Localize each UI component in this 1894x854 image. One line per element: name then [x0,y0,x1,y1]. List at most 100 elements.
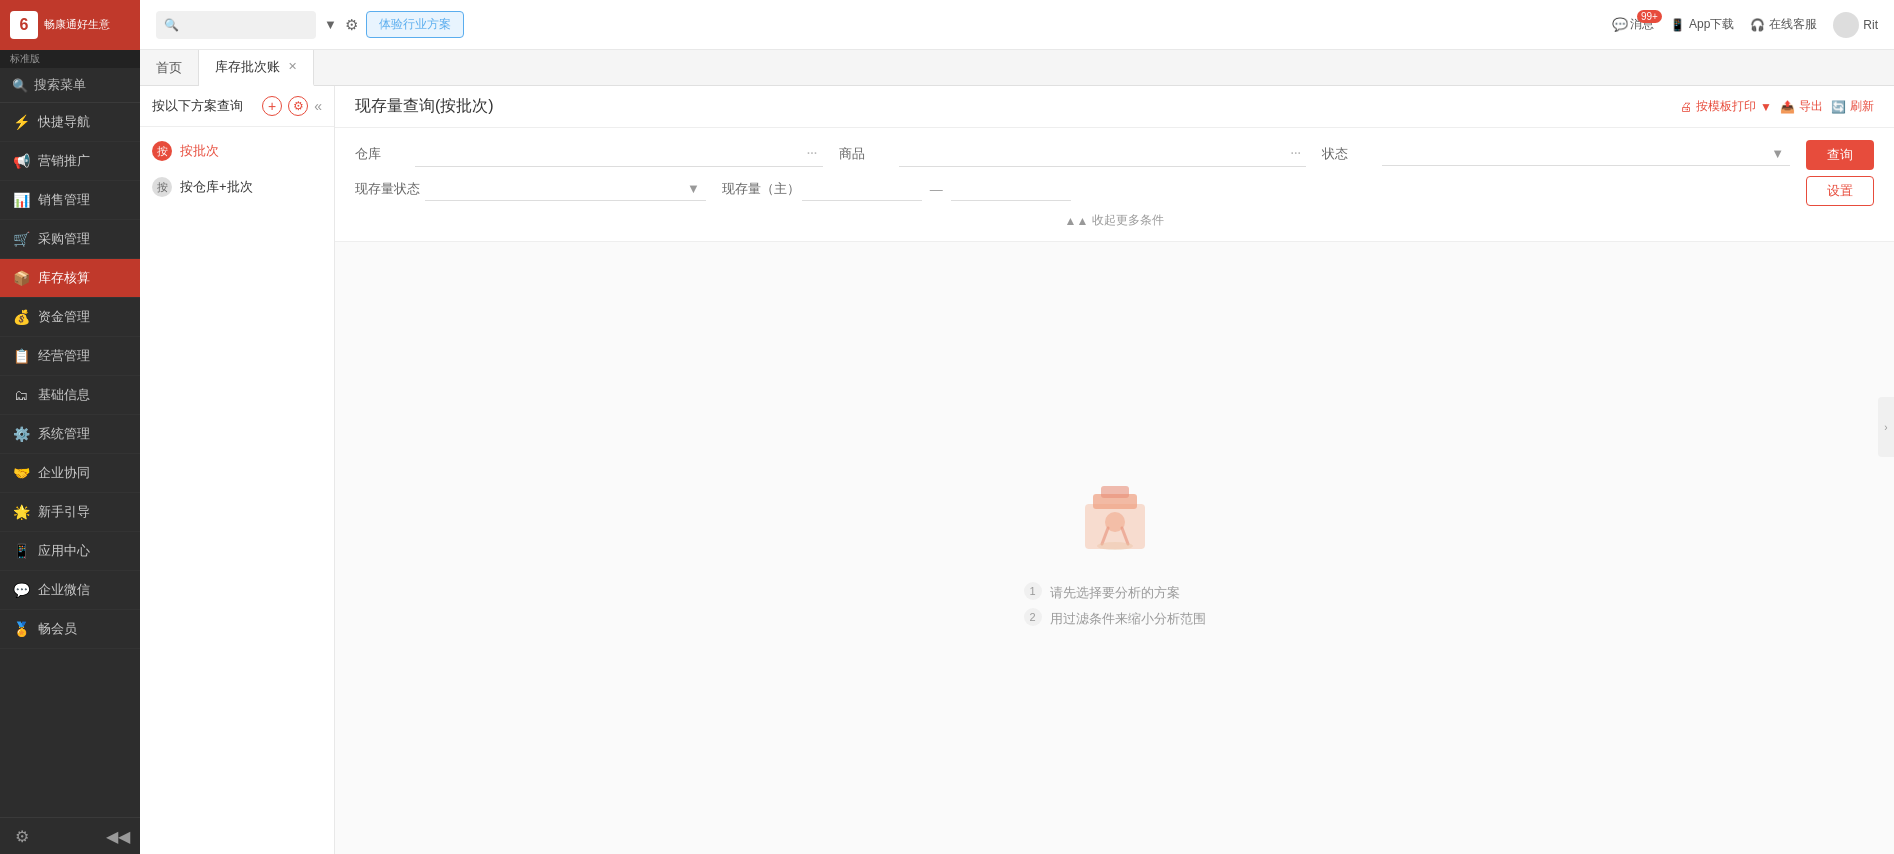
sidebar-item-finance[interactable]: 💰 资金管理 [0,298,140,337]
sidebar-item-label: 基础信息 [38,386,90,404]
topbar-user[interactable]: Rit [1833,12,1878,38]
scheme-header-actions: + ⚙ « [262,96,322,116]
user-avatar [1833,12,1859,38]
step-num-1: 1 [1024,582,1042,600]
scheme-collapse-btn[interactable]: « [314,98,322,114]
topbar-right: 💬 消息 99+ 📱 App下载 🎧 在线客服 Rit [1612,12,1878,38]
topbar-search-bar[interactable]: 🔍 [156,11,316,39]
topbar-dropdown-btn[interactable]: ▼ [324,17,337,32]
filter-section-row: 仓库 ··· 商品 ··· [355,140,1874,206]
sidebar-item-sales[interactable]: 📊 销售管理 [0,181,140,220]
sidebar-item-inventory[interactable]: 📦 库存核算 [0,259,140,298]
filter-collapse-btn[interactable]: ▲▲ 收起更多条件 [355,206,1874,229]
scheme-icon-batch: 按 [152,141,172,161]
sidebar-item-purchase[interactable]: 🛒 采购管理 [0,220,140,259]
scheme-header: 按以下方案查询 + ⚙ « [140,86,334,127]
print-dropdown-icon: ▼ [1760,100,1772,114]
scheme-settings-btn[interactable]: ⚙ [288,96,308,116]
tab-close-btn[interactable]: ✕ [288,60,297,73]
stock-status-dropdown-icon: ▼ [687,181,700,196]
print-btn[interactable]: 🖨 按模板打印 ▼ [1680,98,1772,115]
product-more-icon[interactable]: ··· [1290,144,1300,162]
topbar-app[interactable]: 📱 App下载 [1670,16,1734,33]
sidebar-footer: ⚙ ◀◀ [0,817,140,854]
empty-steps: 1 请先选择要分析的方案 2 用过滤条件来缩小分析范围 [1024,580,1206,632]
sidebar-settings-btn[interactable]: ⚙ [12,826,32,846]
sidebar-item-label: 营销推广 [38,152,90,170]
stock-status-select[interactable]: ▼ [425,177,706,201]
collapse-label: 收起更多条件 [1092,212,1164,229]
refresh-btn[interactable]: 🔄 刷新 [1831,98,1874,115]
empty-illustration [1065,464,1165,564]
sidebar-item-label: 新手引导 [38,503,90,521]
filter-row-1: 仓库 ··· 商品 ··· [355,140,1790,167]
sidebar-header: 6 畅康通好生意 [0,0,140,50]
service-icon: 🎧 [1750,18,1765,32]
warehouse-select[interactable]: ··· [415,140,823,167]
sidebar-item-label: 企业协同 [38,464,90,482]
sidebar-item-marketing[interactable]: 📢 营销推广 [0,142,140,181]
data-area: 1 请先选择要分析的方案 2 用过滤条件来缩小分析范围 [335,242,1894,854]
product-label: 商品 [839,145,899,163]
sidebar-item-label: 畅会员 [38,620,77,638]
sidebar-item-enterprise[interactable]: 🤝 企业协同 [0,454,140,493]
tab-home-label: 首页 [156,59,182,77]
topbar-service[interactable]: 🎧 在线客服 [1750,16,1817,33]
topbar-msg[interactable]: 💬 消息 99+ [1612,16,1654,33]
empty-step-1: 1 请先选择要分析的方案 [1024,580,1206,606]
svg-point-6 [1097,542,1133,550]
sidebar-item-system[interactable]: ⚙️ 系统管理 [0,415,140,454]
right-panel-collapse-btn[interactable]: › [1878,397,1894,457]
user-name: Rit [1863,18,1878,32]
print-icon: 🖨 [1680,100,1692,114]
scheme-item-label: 按仓库+批次 [180,178,253,196]
tab-home[interactable]: 首页 [140,50,199,86]
finance-icon: 💰 [12,308,30,326]
filter-btns: 查询 设置 [1790,140,1874,206]
sidebar-item-newuser[interactable]: 🌟 新手引导 [0,493,140,532]
sidebar-item-operation[interactable]: 📋 经营管理 [0,337,140,376]
filter-row-2: 现存量状态 ▼ 现存量（主） — [355,177,1790,201]
tabs-bar: 首页 库存批次账 ✕ [140,50,1894,86]
sidebar-item-member[interactable]: 🏅 畅会员 [0,610,140,649]
scheme-item-warehouse-batch[interactable]: 按 按仓库+批次 [140,169,334,205]
sidebar-item-quick-nav[interactable]: ⚡ 快捷导航 [0,103,140,142]
empty-step-2: 2 用过滤条件来缩小分析范围 [1024,606,1206,632]
filter-status: 状态 ▼ [1322,142,1790,166]
step-1-text: 请先选择要分析的方案 [1050,580,1180,606]
app-download-icon: 📱 [1670,18,1685,32]
sidebar-item-label: 经营管理 [38,347,90,365]
inventory-icon: 📦 [12,269,30,287]
sidebar-item-basic[interactable]: 🗂 基础信息 [0,376,140,415]
stock-qty-dash: — [930,182,943,197]
status-select[interactable]: ▼ [1382,142,1790,166]
step-2-text: 用过滤条件来缩小分析范围 [1050,606,1206,632]
settings-btn[interactable]: 设置 [1806,176,1874,206]
tab-batch-account[interactable]: 库存批次账 ✕ [199,50,314,86]
scheme-add-btn[interactable]: + [262,96,282,116]
warehouse-label: 仓库 [355,145,415,163]
query-btn[interactable]: 查询 [1806,140,1874,170]
quick-nav-icon: ⚡ [12,113,30,131]
filter-stock-status: 现存量状态 ▼ [355,177,706,201]
topbar-gear-btn[interactable]: ⚙ [345,16,358,34]
export-btn[interactable]: 📤 导出 [1780,98,1823,115]
app-logo: 6 [10,11,38,39]
refresh-label: 刷新 [1850,98,1874,115]
scheme-panel: 按以下方案查询 + ⚙ « 按 按批次 按 按仓库+批次 [140,86,335,854]
sidebar-item-apps[interactable]: 📱 应用中心 [0,532,140,571]
stock-qty-from-input[interactable] [802,177,922,201]
sidebar-item-wechat[interactable]: 💬 企业微信 [0,571,140,610]
msg-icon: 💬 [1612,17,1628,32]
industry-btn[interactable]: 体验行业方案 [366,11,464,38]
scheme-item-batch[interactable]: 按 按批次 [140,133,334,169]
filter-stock-qty: 现存量（主） — [722,177,1424,201]
warehouse-more-icon[interactable]: ··· [806,144,816,162]
sidebar-collapse-btn[interactable]: ◀◀ [108,826,128,846]
stock-qty-to-input[interactable] [951,177,1071,201]
search-icon: 🔍 [12,78,28,93]
print-label: 按模板打印 [1696,98,1756,115]
product-select[interactable]: ··· [899,140,1307,167]
sidebar-item-label: 库存核算 [38,269,90,287]
sidebar-search[interactable]: 🔍 搜索菜单 [0,68,140,103]
